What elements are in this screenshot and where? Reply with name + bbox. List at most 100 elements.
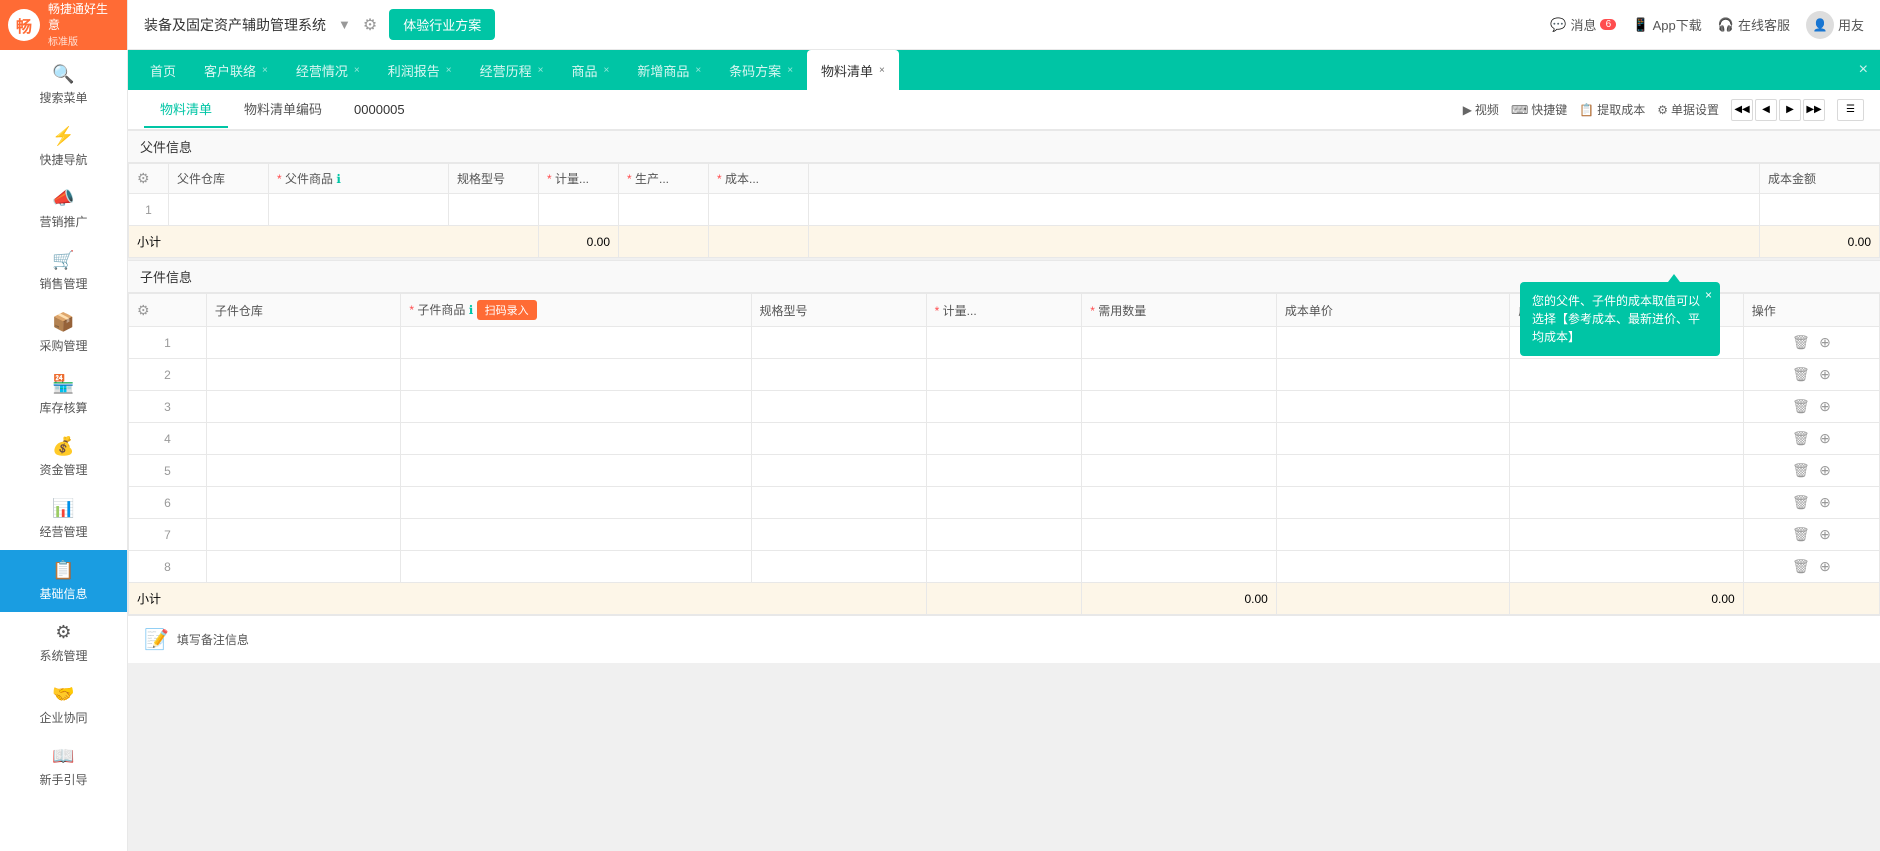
parent-cell-warehouse-1[interactable] [169, 194, 269, 226]
parent-cell-unit-1[interactable] [539, 194, 619, 226]
sidebar-item-quick-nav[interactable]: ⚡ 快捷导航 [0, 116, 127, 178]
nav-tab-close-bom[interactable]: × [879, 65, 885, 76]
child-cell-unit-cost-6[interactable] [1276, 487, 1509, 519]
parent-cell-spec-1[interactable] [449, 194, 539, 226]
sidebar-item-inventory[interactable]: 🏪 库存核算 [0, 364, 127, 426]
sidebar-item-search[interactable]: 🔍 搜索菜单 [0, 54, 127, 116]
child-cell-unit-cost-7[interactable] [1276, 519, 1509, 551]
sub-tab-bom-list[interactable]: 物料清单 [144, 91, 228, 128]
dropdown-icon[interactable]: ▼ [338, 17, 351, 32]
child-cell-spec-1[interactable] [751, 327, 926, 359]
page-first-btn[interactable]: ◀◀ [1731, 99, 1753, 121]
sidebar-item-sales[interactable]: 🛒 销售管理 [0, 240, 127, 302]
copy-btn-7[interactable]: ⊕ [1816, 524, 1834, 545]
delete-btn-1[interactable]: 🗑 [1789, 332, 1813, 353]
nav-tab-business[interactable]: 经营情况× [282, 50, 374, 90]
list-view-btn[interactable]: ☰ [1837, 99, 1864, 121]
child-cell-unit-cost-8[interactable] [1276, 551, 1509, 583]
delete-btn-2[interactable]: 🗑 [1789, 364, 1813, 385]
nav-tab-customer[interactable]: 客户联络× [190, 50, 282, 90]
nav-tab-new-product[interactable]: 新增商品× [623, 50, 715, 90]
child-cell-spec-5[interactable] [751, 455, 926, 487]
child-cell-product-5[interactable] [401, 455, 751, 487]
extract-cost-action[interactable]: 📋 提取成本 [1579, 101, 1645, 118]
child-cell-qty-7[interactable] [1082, 519, 1277, 551]
child-cell-unit-cost-1[interactable] [1276, 327, 1509, 359]
child-cell-product-3[interactable] [401, 391, 751, 423]
page-next-btn[interactable]: ▶ [1779, 99, 1801, 121]
shortcut-action[interactable]: ⌨ 快捷键 [1511, 101, 1567, 118]
child-cell-product-2[interactable] [401, 359, 751, 391]
copy-btn-4[interactable]: ⊕ [1816, 428, 1834, 449]
nav-tab-close-customer[interactable]: × [262, 65, 268, 76]
nav-tab-home[interactable]: 首页 [136, 50, 190, 90]
child-cell-unit-4[interactable] [926, 423, 1082, 455]
copy-btn-3[interactable]: ⊕ [1816, 396, 1834, 417]
nav-tab-close-new-product[interactable]: × [695, 65, 701, 76]
child-cell-warehouse-1[interactable] [206, 327, 401, 359]
child-cell-qty-3[interactable] [1082, 391, 1277, 423]
delete-btn-3[interactable]: 🗑 [1789, 396, 1813, 417]
child-cell-product-4[interactable] [401, 423, 751, 455]
child-cell-warehouse-8[interactable] [206, 551, 401, 583]
copy-btn-6[interactable]: ⊕ [1816, 492, 1834, 513]
delete-btn-6[interactable]: 🗑 [1789, 492, 1813, 513]
copy-btn-5[interactable]: ⊕ [1816, 460, 1834, 481]
child-cell-spec-7[interactable] [751, 519, 926, 551]
nav-tab-close-barcode[interactable]: × [787, 65, 793, 76]
child-cell-warehouse-3[interactable] [206, 391, 401, 423]
nav-tab-profit[interactable]: 利润报告× [374, 50, 466, 90]
copy-btn-2[interactable]: ⊕ [1816, 364, 1834, 385]
app-download-item[interactable]: 📱 App下载 [1632, 15, 1701, 34]
tooltip-close-btn[interactable]: × [1705, 286, 1712, 304]
sidebar-item-purchase[interactable]: 📦 采购管理 [0, 302, 127, 364]
view-action[interactable]: ▶ 视频 [1463, 101, 1499, 118]
message-item[interactable]: 💬 消息 6 [1550, 15, 1616, 34]
user-item[interactable]: 👤 用友 [1806, 11, 1864, 39]
child-cell-spec-6[interactable] [751, 487, 926, 519]
child-cell-spec-2[interactable] [751, 359, 926, 391]
child-cell-unit-7[interactable] [926, 519, 1082, 551]
child-cell-unit-1[interactable] [926, 327, 1082, 359]
sidebar-item-marketing[interactable]: 📣 营销推广 [0, 178, 127, 240]
child-cell-unit-3[interactable] [926, 391, 1082, 423]
child-cell-unit-6[interactable] [926, 487, 1082, 519]
child-cell-product-1[interactable] [401, 327, 751, 359]
scan-btn[interactable]: 扫码录入 [477, 300, 537, 320]
single-settings-action[interactable]: ⚙ 单据设置 [1657, 101, 1719, 118]
child-cell-qty-1[interactable] [1082, 327, 1277, 359]
child-cell-product-6[interactable] [401, 487, 751, 519]
child-cell-spec-4[interactable] [751, 423, 926, 455]
child-cell-qty-2[interactable] [1082, 359, 1277, 391]
nav-tab-close-product[interactable]: × [603, 65, 609, 76]
page-prev-btn[interactable]: ◀ [1755, 99, 1777, 121]
delete-btn-4[interactable]: 🗑 [1789, 428, 1813, 449]
child-cell-qty-4[interactable] [1082, 423, 1277, 455]
nav-tab-history[interactable]: 经营历程× [466, 50, 558, 90]
child-cell-unit-cost-5[interactable] [1276, 455, 1509, 487]
parent-cell-cost-1[interactable] [709, 194, 809, 226]
child-cell-warehouse-7[interactable] [206, 519, 401, 551]
copy-btn-8[interactable]: ⊕ [1816, 556, 1834, 577]
parent-cell-product-1[interactable] [269, 194, 449, 226]
nav-tab-product[interactable]: 商品× [557, 50, 623, 90]
page-last-btn[interactable]: ▶▶ [1803, 99, 1825, 121]
copy-btn-1[interactable]: ⊕ [1816, 332, 1834, 353]
child-cell-qty-5[interactable] [1082, 455, 1277, 487]
child-cell-warehouse-6[interactable] [206, 487, 401, 519]
nav-tab-close-profit[interactable]: × [446, 65, 452, 76]
child-cell-unit-2[interactable] [926, 359, 1082, 391]
child-cell-warehouse-2[interactable] [206, 359, 401, 391]
close-all-tabs-btn[interactable]: × [1855, 61, 1872, 79]
child-cell-spec-3[interactable] [751, 391, 926, 423]
experience-btn[interactable]: 体验行业方案 [389, 9, 495, 40]
nav-tab-bom[interactable]: 物料清单× [807, 50, 899, 90]
settings-icon[interactable]: ⚙ [363, 15, 377, 35]
online-service-item[interactable]: 🎧 在线客服 [1718, 15, 1790, 34]
child-cell-qty-8[interactable] [1082, 551, 1277, 583]
child-settings-icon[interactable]: ⚙ [137, 302, 150, 318]
child-cell-product-7[interactable] [401, 519, 751, 551]
sidebar-item-operation[interactable]: 📊 经营管理 [0, 488, 127, 550]
parent-settings-icon[interactable]: ⚙ [137, 170, 150, 186]
sidebar-item-enterprise[interactable]: 🤝 企业协同 [0, 674, 127, 736]
